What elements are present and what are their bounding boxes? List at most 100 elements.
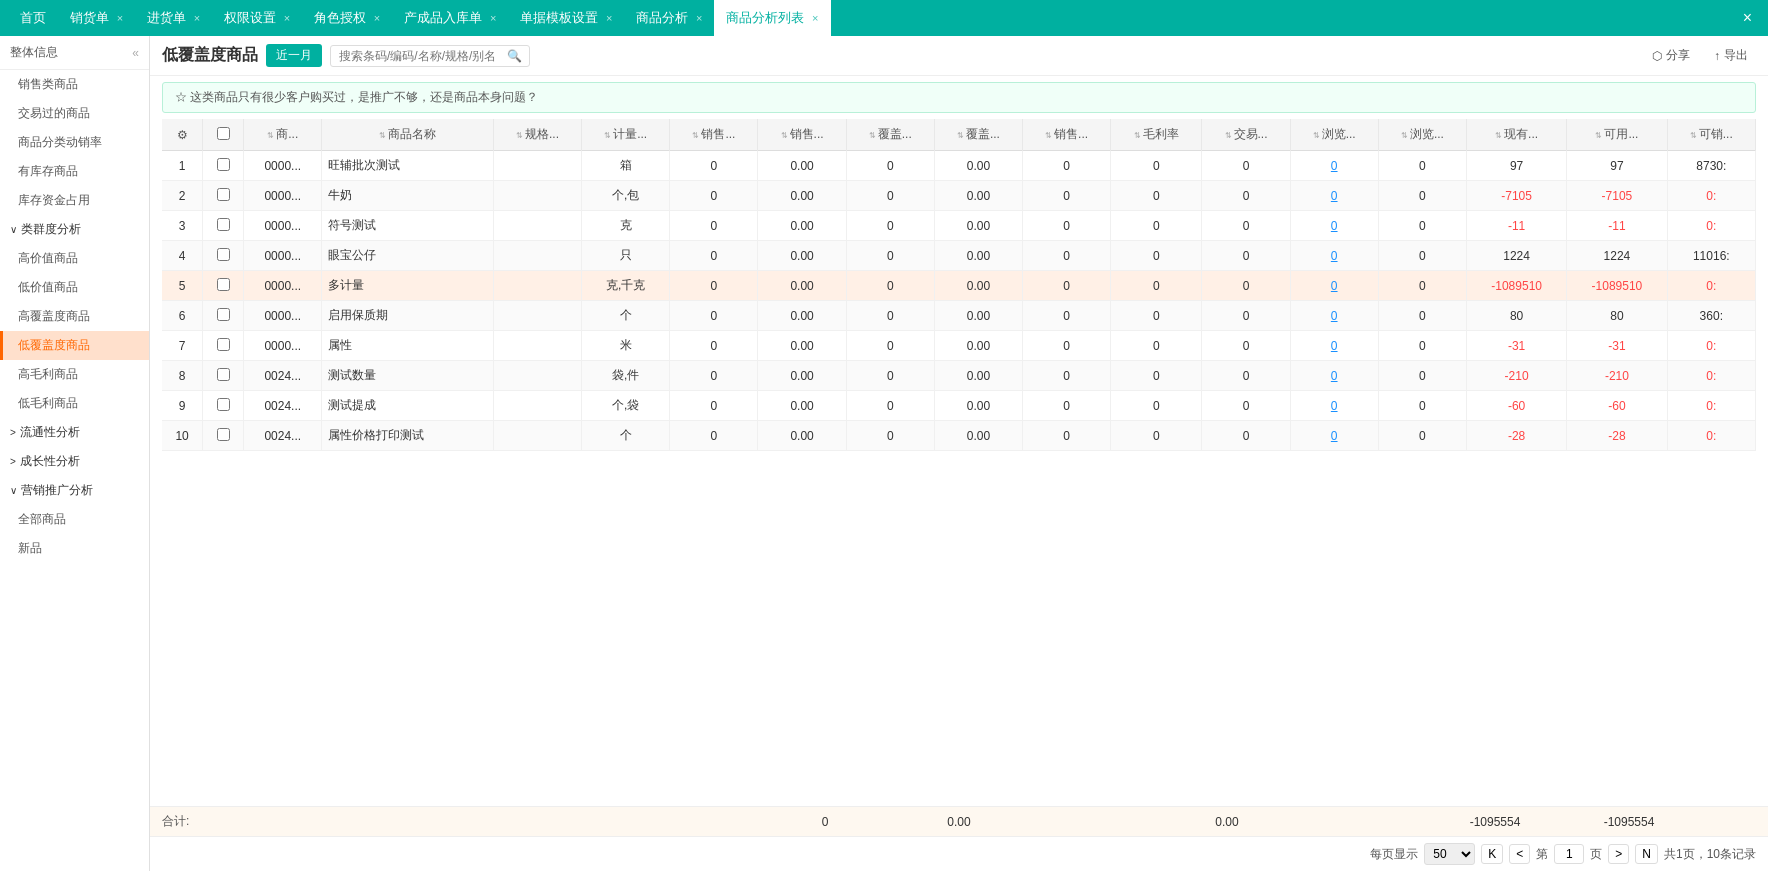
cell-browse1[interactable]: 0 xyxy=(1290,271,1378,301)
page-last-btn[interactable]: N xyxy=(1635,844,1658,864)
page-next-btn[interactable]: > xyxy=(1608,844,1629,864)
sidebar-section-group-analysis[interactable]: ∨ 类群度分析 xyxy=(0,215,149,244)
cell-checkbox[interactable] xyxy=(203,421,244,451)
table-container[interactable]: ⚙ ⇅商... ⇅商品名称 ⇅规格... ⇅计量... ⇅销售... ⇅销售..… xyxy=(150,119,1768,806)
window-close-btn[interactable]: × xyxy=(1735,9,1760,27)
nav-purchase-close[interactable]: × xyxy=(194,12,200,24)
sidebar-item-new-goods[interactable]: 新品 xyxy=(0,534,149,563)
col-profit-rate[interactable]: ⇅毛利率 xyxy=(1111,119,1202,151)
col-coverage1[interactable]: ⇅覆盖... xyxy=(846,119,934,151)
cell-browse2: 0 xyxy=(1378,391,1466,421)
nav-template-close[interactable]: × xyxy=(606,12,612,24)
page-prev-btn[interactable]: < xyxy=(1509,844,1530,864)
col-browse2[interactable]: ⇅浏览... xyxy=(1378,119,1466,151)
cell-browse1[interactable]: 0 xyxy=(1290,211,1378,241)
col-sales-data[interactable]: ⇅销售... xyxy=(1022,119,1110,151)
nav-permission-close[interactable]: × xyxy=(284,12,290,24)
sidebar-item-high-coverage[interactable]: 高覆盖度商品 xyxy=(0,302,149,331)
cell-browse1[interactable]: 0 xyxy=(1290,421,1378,451)
search-input[interactable] xyxy=(330,45,530,67)
row-checkbox[interactable] xyxy=(217,278,230,291)
col-settings[interactable]: ⚙ xyxy=(162,119,203,151)
sidebar-item-high-profit[interactable]: 高毛利商品 xyxy=(0,360,149,389)
nav-sales[interactable]: 销货单 × xyxy=(58,0,135,36)
cell-available-stock: -31 xyxy=(1567,331,1667,361)
row-checkbox[interactable] xyxy=(217,218,230,231)
cell-browse1[interactable]: 0 xyxy=(1290,181,1378,211)
nav-sales-close[interactable]: × xyxy=(117,12,123,24)
col-unit[interactable]: ⇅计量... xyxy=(582,119,670,151)
cell-browse1[interactable]: 0 xyxy=(1290,241,1378,271)
share-btn[interactable]: ⬡ 分享 xyxy=(1644,44,1698,67)
cell-checkbox[interactable] xyxy=(203,211,244,241)
sidebar-item-low-profit[interactable]: 低毛利商品 xyxy=(0,389,149,418)
cell-checkbox[interactable] xyxy=(203,241,244,271)
cell-browse1[interactable]: 0 xyxy=(1290,331,1378,361)
sidebar-collapse-btn[interactable]: « xyxy=(132,46,139,60)
col-trade[interactable]: ⇅交易... xyxy=(1202,119,1290,151)
col-sales-amount[interactable]: ⇅销售... xyxy=(758,119,846,151)
col-coverage2[interactable]: ⇅覆盖... xyxy=(934,119,1022,151)
row-checkbox[interactable] xyxy=(217,158,230,171)
sidebar-item-high-value[interactable]: 高价值商品 xyxy=(0,244,149,273)
cell-browse1[interactable]: 0 xyxy=(1290,361,1378,391)
cell-browse1[interactable]: 0 xyxy=(1290,391,1378,421)
nav-analysis-close[interactable]: × xyxy=(696,12,702,24)
nav-role[interactable]: 角色授权 × xyxy=(302,0,392,36)
cell-checkbox[interactable] xyxy=(203,391,244,421)
cell-checkbox[interactable] xyxy=(203,271,244,301)
nav-role-close[interactable]: × xyxy=(374,12,380,24)
nav-template[interactable]: 单据模板设置 × xyxy=(508,0,624,36)
export-btn[interactable]: ↑ 导出 xyxy=(1706,44,1756,67)
col-browse1[interactable]: ⇅浏览... xyxy=(1290,119,1378,151)
page-input[interactable] xyxy=(1554,844,1584,864)
nav-permission[interactable]: 权限设置 × xyxy=(212,0,302,36)
sidebar-item-category-rate[interactable]: 商品分类动销率 xyxy=(0,128,149,157)
nav-home[interactable]: 首页 xyxy=(8,0,58,36)
row-checkbox[interactable] xyxy=(217,428,230,441)
cell-checkbox[interactable] xyxy=(203,181,244,211)
select-all-checkbox[interactable] xyxy=(217,127,230,140)
period-btn[interactable]: 近一月 xyxy=(266,44,322,67)
sidebar-section-circulation[interactable]: > 流通性分析 xyxy=(0,418,149,447)
cell-checkbox[interactable] xyxy=(203,331,244,361)
nav-analysis-list[interactable]: 商品分析列表 × xyxy=(714,0,830,36)
row-checkbox[interactable] xyxy=(217,338,230,351)
cell-checkbox[interactable] xyxy=(203,151,244,181)
col-name[interactable]: ⇅商品名称 xyxy=(322,119,494,151)
sidebar-item-stock-fund[interactable]: 库存资金占用 xyxy=(0,186,149,215)
nav-analysis[interactable]: 商品分析 × xyxy=(624,0,714,36)
page-first-btn[interactable]: K xyxy=(1481,844,1503,864)
sidebar-item-low-coverage[interactable]: 低覆盖度商品 xyxy=(0,331,149,360)
row-checkbox[interactable] xyxy=(217,188,230,201)
row-checkbox[interactable] xyxy=(217,368,230,381)
row-checkbox[interactable] xyxy=(217,308,230,321)
cell-coverage1: 0 xyxy=(846,241,934,271)
cell-browse1[interactable]: 0 xyxy=(1290,301,1378,331)
nav-product[interactable]: 产成品入库单 × xyxy=(392,0,508,36)
row-checkbox[interactable] xyxy=(217,398,230,411)
sidebar-item-low-value[interactable]: 低价值商品 xyxy=(0,273,149,302)
nav-purchase[interactable]: 进货单 × xyxy=(135,0,212,36)
col-saleable[interactable]: ⇅可销... xyxy=(1667,119,1755,151)
col-spec[interactable]: ⇅规格... xyxy=(493,119,581,151)
col-sales-qty[interactable]: ⇅销售... xyxy=(670,119,758,151)
cell-browse1[interactable]: 0 xyxy=(1290,151,1378,181)
nav-analysis-list-close[interactable]: × xyxy=(812,12,818,24)
col-code[interactable]: ⇅商... xyxy=(244,119,322,151)
col-available-stock[interactable]: ⇅可用... xyxy=(1567,119,1667,151)
cell-current-stock: -7105 xyxy=(1466,181,1566,211)
cell-checkbox[interactable] xyxy=(203,301,244,331)
sidebar-item-sales-goods[interactable]: 销售类商品 xyxy=(0,70,149,99)
cell-checkbox[interactable] xyxy=(203,361,244,391)
col-current-stock[interactable]: ⇅现有... xyxy=(1466,119,1566,151)
sidebar-item-in-stock[interactable]: 有库存商品 xyxy=(0,157,149,186)
sidebar-section-growth[interactable]: > 成长性分析 xyxy=(0,447,149,476)
sidebar-item-all-goods[interactable]: 全部商品 xyxy=(0,505,149,534)
sidebar-item-traded-goods[interactable]: 交易过的商品 xyxy=(0,99,149,128)
sidebar-section-marketing[interactable]: ∨ 营销推广分析 xyxy=(0,476,149,505)
cell-sales-qty: 0 xyxy=(670,241,758,271)
row-checkbox[interactable] xyxy=(217,248,230,261)
page-size-select[interactable]: 50 20 100 xyxy=(1424,843,1475,865)
nav-product-close[interactable]: × xyxy=(490,12,496,24)
